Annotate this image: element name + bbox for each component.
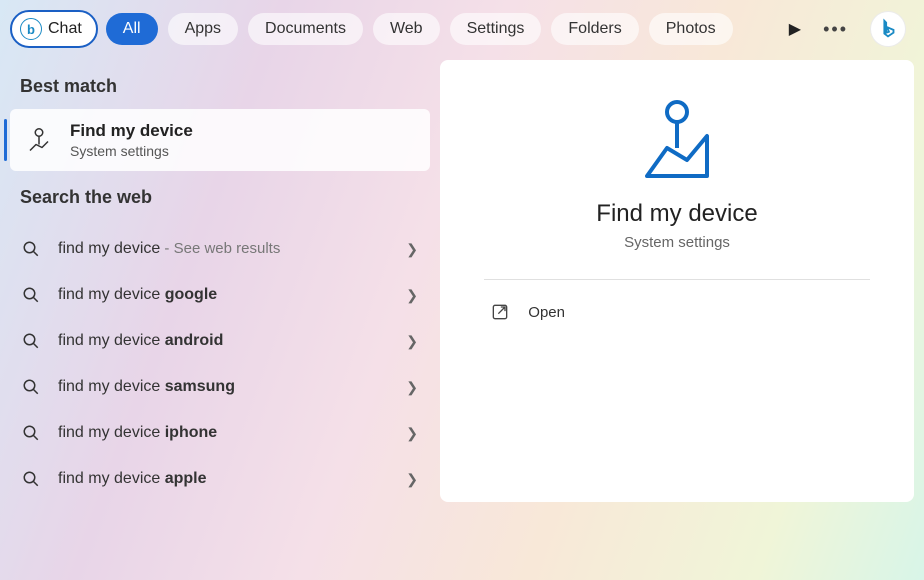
web-result-text: find my device apple	[58, 470, 207, 488]
best-match-text: Find my device System settings	[70, 121, 193, 159]
bing-logo-icon	[877, 18, 899, 40]
main-area: Best match Find my device System setting…	[0, 60, 924, 502]
search-web-heading: Search the web	[10, 171, 430, 220]
topbar-right: ▶ •••	[789, 11, 914, 47]
detail-pane: Find my device System settings Open	[440, 60, 914, 502]
best-match-title: Find my device	[70, 121, 193, 141]
tab-settings[interactable]: Settings	[450, 13, 542, 45]
map-pin-icon	[24, 125, 54, 155]
search-icon	[22, 378, 40, 396]
detail-title: Find my device	[596, 200, 757, 228]
open-action[interactable]: Open	[484, 280, 869, 344]
chat-button[interactable]: b Chat	[10, 10, 98, 48]
web-result-text: find my device - See web results	[58, 240, 280, 258]
web-result-item[interactable]: find my device apple ❯	[10, 456, 430, 502]
chevron-right-icon: ❯	[406, 471, 418, 488]
search-icon	[22, 240, 40, 258]
search-icon	[22, 332, 40, 350]
scope-tabs: All Apps Documents Web Settings Folders …	[106, 13, 733, 45]
web-result-item[interactable]: find my device google ❯	[10, 272, 430, 318]
open-external-icon	[490, 302, 510, 322]
tab-all[interactable]: All	[106, 13, 158, 45]
web-result-item[interactable]: find my device samsung ❯	[10, 364, 430, 410]
search-icon	[22, 424, 40, 442]
play-icon[interactable]: ▶	[789, 19, 801, 39]
tab-folders[interactable]: Folders	[551, 13, 638, 45]
bing-button[interactable]	[870, 11, 906, 47]
best-match-subtitle: System settings	[70, 143, 193, 159]
tab-documents[interactable]: Documents	[248, 13, 363, 45]
best-match-result[interactable]: Find my device System settings	[10, 109, 430, 171]
web-result-text: find my device iphone	[58, 424, 217, 442]
open-label: Open	[528, 304, 565, 321]
search-icon	[22, 286, 40, 304]
tab-photos[interactable]: Photos	[649, 13, 733, 45]
chevron-right-icon: ❯	[406, 287, 418, 304]
more-icon[interactable]: •••	[823, 19, 848, 40]
best-match-heading: Best match	[10, 60, 430, 109]
detail-subtitle: System settings	[624, 234, 730, 251]
search-icon	[22, 470, 40, 488]
chevron-right-icon: ❯	[406, 241, 418, 258]
results-column: Best match Find my device System setting…	[10, 60, 430, 502]
tab-web[interactable]: Web	[373, 13, 440, 45]
chevron-right-icon: ❯	[406, 379, 418, 396]
web-result-item[interactable]: find my device - See web results ❯	[10, 226, 430, 272]
web-result-item[interactable]: find my device iphone ❯	[10, 410, 430, 456]
chat-label: Chat	[48, 20, 82, 38]
bing-icon: b	[20, 18, 42, 40]
web-result-text: find my device samsung	[58, 378, 235, 396]
chevron-right-icon: ❯	[406, 425, 418, 442]
web-results-list: find my device - See web results ❯ find …	[10, 220, 430, 502]
tab-apps[interactable]: Apps	[168, 13, 238, 45]
find-device-icon	[641, 98, 713, 180]
chevron-right-icon: ❯	[406, 333, 418, 350]
web-result-item[interactable]: find my device android ❯	[10, 318, 430, 364]
web-result-text: find my device android	[58, 332, 223, 350]
top-bar: b Chat All Apps Documents Web Settings F…	[0, 0, 924, 60]
web-result-text: find my device google	[58, 286, 217, 304]
